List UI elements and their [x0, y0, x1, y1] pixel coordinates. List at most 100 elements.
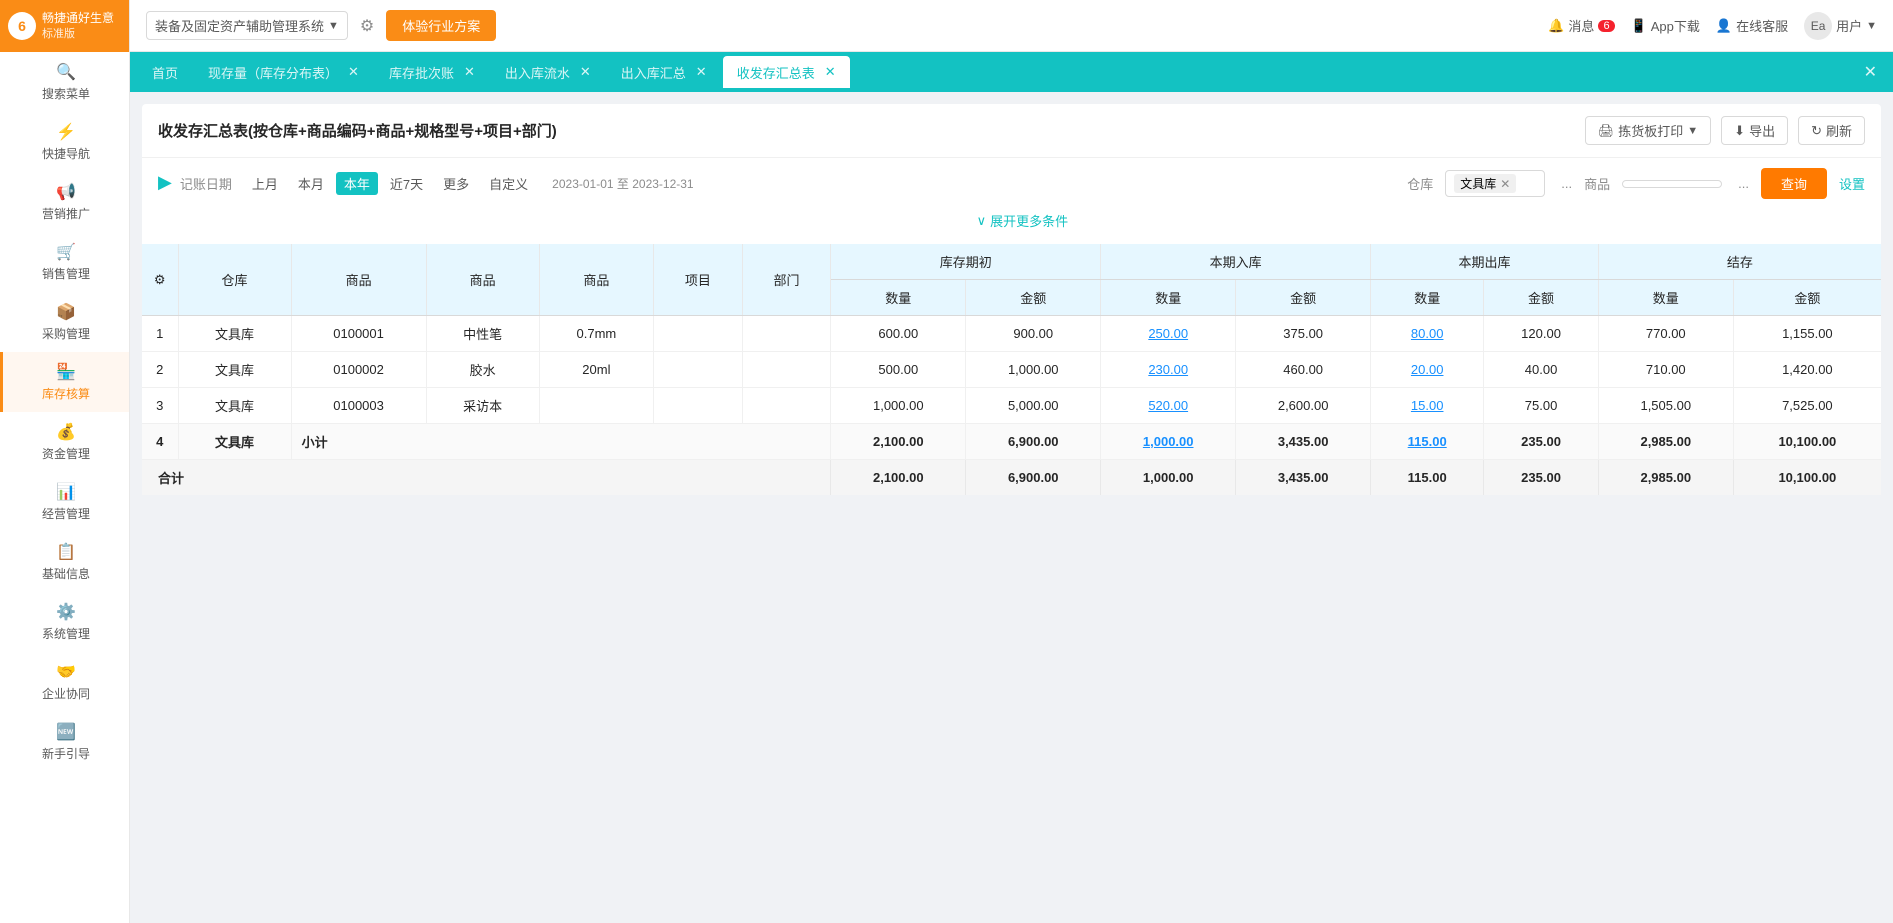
cell-goods-code: 0100001 [291, 316, 426, 352]
page-header-actions: 🖨 拣货板打印 ▼ ⬇ 导出 ↻ 刷新 [1585, 116, 1865, 145]
table-row: 3 文具库 0100003 采访本 1,000.00 5,000.00 520.… [142, 388, 1881, 424]
cell-in-amt: 460.00 [1236, 352, 1371, 388]
mobile-icon: 📱 [1631, 18, 1647, 34]
cell-department [742, 352, 831, 388]
th-project: 项目 [654, 244, 743, 316]
date-btn-this-year[interactable]: 本年 [336, 172, 378, 195]
notifications-badge: 6 [1598, 20, 1614, 32]
date-btn-7days[interactable]: 近7天 [382, 172, 431, 195]
date-btn-custom[interactable]: 自定义 [481, 172, 536, 195]
th-department: 部门 [742, 244, 831, 316]
app-download-item[interactable]: 📱 App下载 [1631, 16, 1700, 35]
subtotal-opening-amt: 6,900.00 [966, 424, 1101, 460]
logo-icon: 6 [8, 12, 36, 40]
sidebar-item-operations[interactable]: 📊 经营管理 [0, 472, 129, 532]
sidebar-item-search[interactable]: 🔍 搜索菜单 [0, 52, 129, 112]
th-goods-name: 商品 [426, 244, 539, 316]
cell-closing-qty: 710.00 [1598, 352, 1733, 388]
tab-batch[interactable]: 库存批次账 ✕ [375, 56, 489, 88]
tab-home[interactable]: 首页 [138, 56, 192, 88]
sidebar-item-basic[interactable]: 📋 基础信息 [0, 532, 129, 592]
service-icon: 👤 [1716, 18, 1732, 34]
cell-opening-qty: 500.00 [831, 352, 966, 388]
sidebar-item-collab[interactable]: 🤝 企业协同 [0, 652, 129, 712]
refresh-button[interactable]: ↻ 刷新 [1798, 116, 1865, 145]
th-closing: 结存 [1598, 244, 1881, 280]
sidebar: 6 畅捷通好生意 标准版 🔍 搜索菜单 ⚡ 快捷导航 📢 营销推广 🛒 销售管理… [0, 0, 130, 923]
th-opening: 库存期初 [831, 244, 1101, 280]
footer-opening-qty: 2,100.00 [831, 460, 966, 496]
export-button[interactable]: ⬇ 导出 [1721, 116, 1788, 145]
trial-button[interactable]: 体验行业方案 [386, 10, 496, 41]
tab-inventory-dist[interactable]: 现存量（库存分布表） ✕ [194, 56, 373, 88]
tab-inout-flow[interactable]: 出入库流水 ✕ [491, 56, 605, 88]
tab-inout-summary[interactable]: 出入库汇总 ✕ [607, 56, 721, 88]
warehouse-more[interactable]: ... [1561, 176, 1572, 191]
sidebar-item-inventory[interactable]: 🏪 库存核算 [0, 352, 129, 412]
sidebar-item-marketing[interactable]: 📢 营销推广 [0, 172, 129, 232]
expand-button[interactable]: ∨ 展开更多条件 [965, 207, 1081, 234]
query-button[interactable]: 查询 [1761, 168, 1827, 199]
cell-out-qty[interactable]: 15.00 [1371, 388, 1484, 424]
tab-close-batch[interactable]: ✕ [464, 64, 475, 80]
cell-project [654, 388, 743, 424]
warehouse-input[interactable]: 文具库 ✕ [1445, 170, 1545, 197]
cell-goods-name: 胶水 [426, 352, 539, 388]
sidebar-item-guide[interactable]: 🆕 新手引导 [0, 712, 129, 772]
tab-receipt-summary[interactable]: 收发存汇总表 ✕ [723, 56, 850, 88]
subtotal-out-qty[interactable]: 115.00 [1371, 424, 1484, 460]
system-selector[interactable]: 装备及固定资产辅助管理系统 ▼ [146, 11, 348, 40]
notifications-item[interactable]: 🔔 消息 6 [1548, 16, 1614, 35]
sidebar-item-sales[interactable]: 🛒 销售管理 [0, 232, 129, 292]
print-button[interactable]: 🖨 拣货板打印 ▼ [1585, 116, 1711, 145]
sidebar-item-quicknav[interactable]: ⚡ 快捷导航 [0, 112, 129, 172]
footer-closing-qty: 2,985.00 [1598, 460, 1733, 496]
sidebar-item-system[interactable]: ⚙️ 系统管理 [0, 592, 129, 652]
date-btn-this-month[interactable]: 本月 [290, 172, 332, 195]
goods-more[interactable]: ... [1738, 176, 1749, 191]
footer-opening-amt: 6,900.00 [966, 460, 1101, 496]
subtotal-out-amt: 235.00 [1484, 424, 1599, 460]
footer-closing-amt: 10,100.00 [1733, 460, 1881, 496]
cell-warehouse: 文具库 [178, 352, 291, 388]
date-btn-last-month[interactable]: 上月 [244, 172, 286, 195]
filter-arrow[interactable]: ▶ [158, 168, 180, 193]
cell-closing-amt: 1,155.00 [1733, 316, 1881, 352]
cell-goods-code: 0100003 [291, 388, 426, 424]
warehouse-tag-close[interactable]: ✕ [1500, 177, 1510, 191]
cell-opening-amt: 1,000.00 [966, 352, 1101, 388]
footer-out-qty: 115.00 [1371, 460, 1484, 496]
th-settings[interactable]: ⚙ [142, 244, 178, 316]
cell-project [654, 316, 743, 352]
date-buttons: 上月 本月 本年 近7天 更多 自定义 [244, 172, 536, 195]
th-opening-qty: 数量 [831, 280, 966, 316]
logo: 6 畅捷通好生意 标准版 [0, 0, 129, 52]
cell-out-qty[interactable]: 80.00 [1371, 316, 1484, 352]
tab-close-receipt-summary[interactable]: ✕ [825, 64, 836, 80]
goods-input[interactable] [1622, 180, 1722, 188]
footer-out-amt: 235.00 [1484, 460, 1599, 496]
subtotal-in-qty[interactable]: 1,000.00 [1101, 424, 1236, 460]
tab-close-inout-summary[interactable]: ✕ [696, 64, 707, 80]
subtotal-label: 小计 [291, 424, 831, 460]
cell-closing-qty: 1,505.00 [1598, 388, 1733, 424]
tab-close-inventory-dist[interactable]: ✕ [348, 64, 359, 80]
gear-icon[interactable]: ⚙ [360, 16, 374, 36]
cell-in-qty[interactable]: 250.00 [1101, 316, 1236, 352]
sidebar-item-finance[interactable]: 💰 资金管理 [0, 412, 129, 472]
tab-close-inout-flow[interactable]: ✕ [580, 64, 591, 80]
settings-link[interactable]: 设置 [1839, 174, 1865, 193]
close-all-tabs[interactable]: ✕ [1856, 62, 1885, 82]
cell-out-qty[interactable]: 20.00 [1371, 352, 1484, 388]
date-range: 2023-01-01 至 2023-12-31 [552, 175, 693, 192]
user-item[interactable]: Ea 用户 ▼ [1804, 12, 1877, 40]
cell-department [742, 316, 831, 352]
cell-in-qty[interactable]: 230.00 [1101, 352, 1236, 388]
online-service-item[interactable]: 👤 在线客服 [1716, 16, 1788, 35]
th-goods-code: 商品 [291, 244, 426, 316]
date-label: 记账日期 [180, 174, 232, 193]
date-btn-more[interactable]: 更多 [435, 172, 477, 195]
sidebar-item-purchase[interactable]: 📦 采购管理 [0, 292, 129, 352]
cell-in-qty[interactable]: 520.00 [1101, 388, 1236, 424]
flash-icon: ⚡ [56, 122, 76, 142]
